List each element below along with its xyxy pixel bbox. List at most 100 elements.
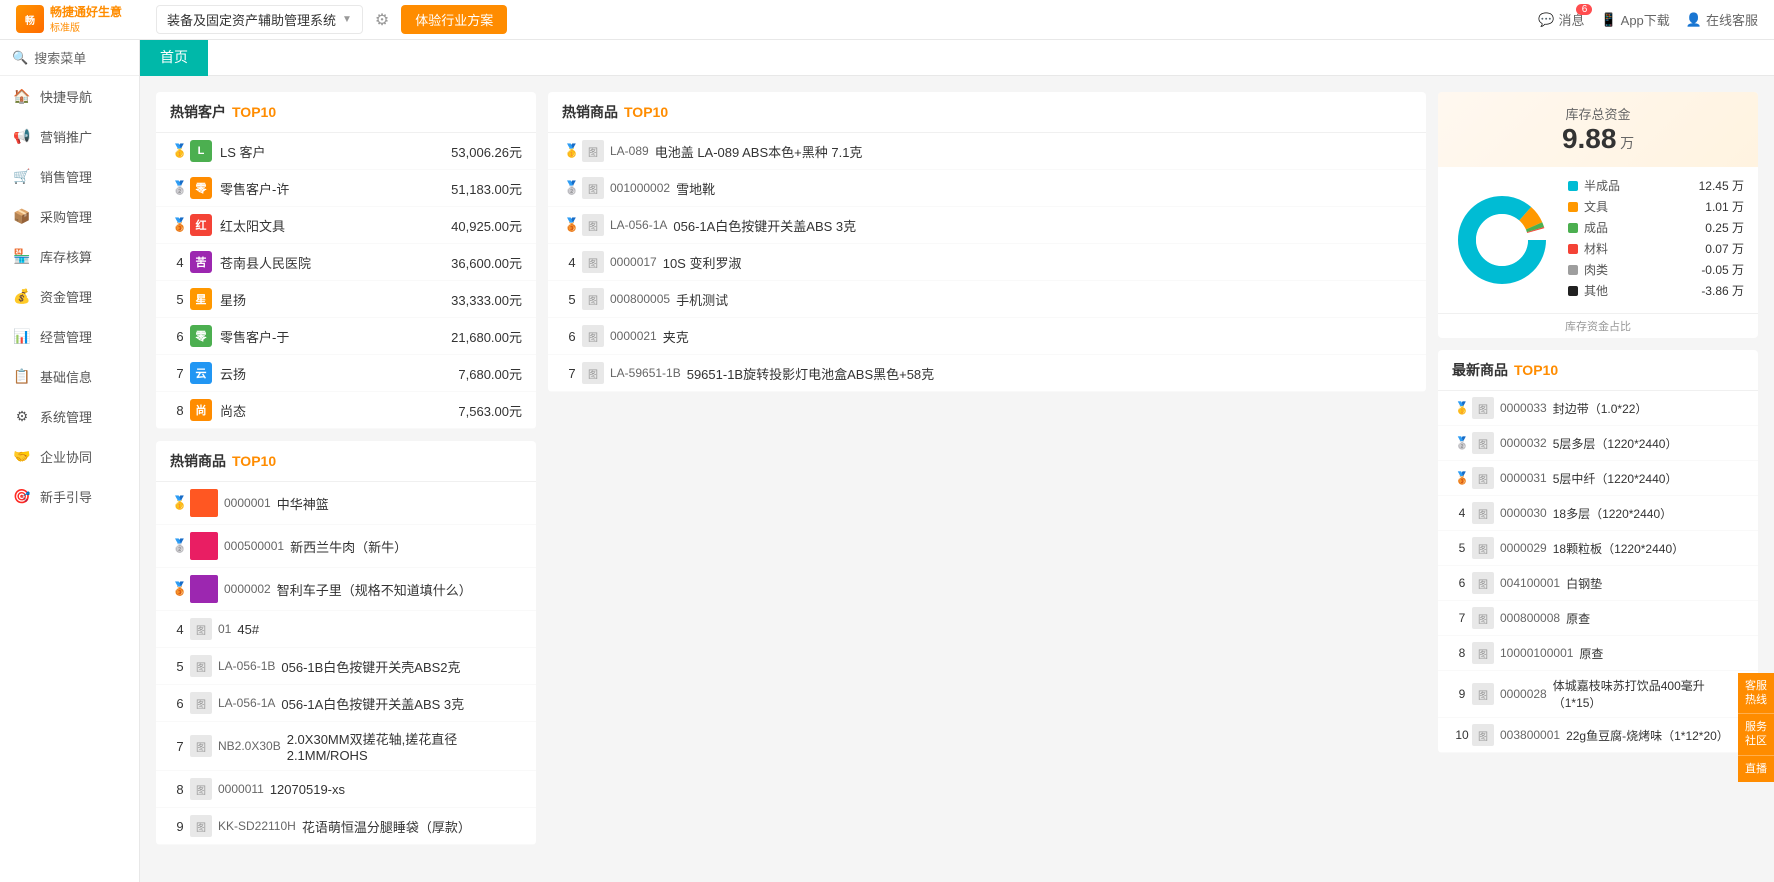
- app-download-label: App下载: [1621, 10, 1670, 29]
- product-name: 45#: [237, 622, 522, 637]
- product-code: 000500001: [224, 539, 284, 553]
- product-avatar: 图: [190, 655, 212, 677]
- product-code: 10000100001: [1500, 646, 1573, 660]
- online-service-item[interactable]: 👤 在线客服: [1686, 10, 1758, 29]
- rank-medal: 🥇: [170, 495, 190, 511]
- product-name: 12070519-xs: [270, 782, 522, 797]
- sidebar-item-collab[interactable]: 🤝 企业协同: [0, 436, 139, 476]
- rank-medal: 🥈: [170, 180, 190, 196]
- customer-row: 🥈 零 零售客户-许 51,183.00元: [156, 170, 536, 207]
- product-name: 夹克: [663, 327, 1412, 346]
- app-download-item[interactable]: 📱 App下载: [1600, 10, 1669, 29]
- sidebar-item-finance[interactable]: 💰 资金管理: [0, 276, 139, 316]
- product-name: 手机测试: [676, 290, 1412, 309]
- legend-label: 成品: [1584, 219, 1699, 236]
- sidebar-item-label: 经营管理: [40, 327, 92, 346]
- customer-amount: 51,183.00元: [451, 179, 522, 198]
- customer-name: LS 客户: [220, 142, 451, 161]
- sidebar-item-label: 采购管理: [40, 207, 92, 226]
- rank-medal: 🥉: [170, 581, 190, 597]
- chevron-down-icon: ▼: [342, 14, 352, 25]
- product-code: 0000028: [1500, 687, 1547, 701]
- system-selector[interactable]: 装备及固定资产辅助管理系统 ▼: [156, 5, 363, 34]
- rank-medal: 8: [1452, 646, 1472, 660]
- customer-amount: 7,680.00元: [458, 364, 522, 383]
- tab-home[interactable]: 首页: [140, 40, 208, 76]
- float-btn-service[interactable]: 客服热线: [1738, 673, 1774, 715]
- hot-product-row: 🥈 000500001 新西兰牛肉（新牛）: [156, 525, 536, 568]
- sidebar-item-operations[interactable]: 📊 经营管理: [0, 316, 139, 356]
- product-name: 原查: [1579, 645, 1744, 662]
- legend-dot: [1568, 265, 1578, 275]
- top10-badge: TOP10: [232, 104, 276, 120]
- product-avatar: 图: [1472, 683, 1494, 705]
- logo-icon: 畅: [16, 5, 44, 33]
- product-avatar: 图: [1472, 432, 1494, 454]
- legend-value: 0.07 万: [1705, 240, 1744, 257]
- legend-dot: [1568, 223, 1578, 233]
- customer-top10-title: 热销客户 TOP10: [170, 102, 276, 122]
- latest-product-row: 6 图 004100001 白钢垫: [1438, 566, 1758, 601]
- customer-row: 4 苦 苍南县人民医院 36,600.00元: [156, 244, 536, 281]
- product-name: 白钢垫: [1566, 575, 1744, 592]
- sidebar-item-purchase[interactable]: 📦 采购管理: [0, 196, 139, 236]
- product-avatar: 图: [190, 735, 212, 757]
- legend-dot: [1568, 202, 1578, 212]
- product-name: 封边带（1.0*22）: [1553, 400, 1744, 417]
- product-name: 体城嘉枝味苏打饮品400毫升（1*15）: [1553, 677, 1744, 711]
- product-avatar: 图: [190, 815, 212, 837]
- sidebar-item-guide[interactable]: 🎯 新手引导: [0, 476, 139, 516]
- product-avatar: 图: [582, 214, 604, 236]
- sidebar-item-quick-nav[interactable]: 🏠 快捷导航: [0, 76, 139, 116]
- hot-product-row: 8 图 0000011 12070519-xs: [156, 771, 536, 808]
- product-avatar: 图: [1472, 724, 1494, 746]
- customer-avatar: 零: [190, 325, 212, 347]
- customer-name: 零售客户-许: [220, 179, 451, 198]
- hot-product-mid-row: 🥈 图 001000002 雪地靴: [548, 170, 1426, 207]
- product-avatar: 图: [582, 177, 604, 199]
- legend-label: 材料: [1584, 240, 1699, 257]
- page-content: 热销客户 TOP10 🥇 L LS 客户 53,006.26元 🥈 零 零售客户…: [140, 76, 1774, 882]
- sidebar-search[interactable]: 🔍 搜索菜单: [0, 40, 139, 76]
- guide-icon: 🎯: [12, 486, 32, 506]
- customer-amount: 33,333.00元: [451, 290, 522, 309]
- product-avatar: 图: [582, 362, 604, 384]
- rank-medal: 5: [170, 292, 190, 307]
- sidebar-item-inventory[interactable]: 🏪 库存核算: [0, 236, 139, 276]
- sidebar-item-sales[interactable]: 🛒 销售管理: [0, 156, 139, 196]
- float-btn-live[interactable]: 直播: [1738, 756, 1774, 782]
- col-left: 热销客户 TOP10 🥇 L LS 客户 53,006.26元 🥈 零 零售客户…: [156, 92, 536, 866]
- customer-amount: 53,006.26元: [451, 142, 522, 161]
- hot-products-body: 🥇 0000001 中华神篮 🥈 000500001 新西兰牛肉（新牛） 🥉 0…: [156, 482, 536, 845]
- legend-label: 半成品: [1584, 177, 1693, 194]
- rank-medal: 6: [1452, 576, 1472, 590]
- trial-button[interactable]: 体验行业方案: [401, 5, 507, 34]
- product-name: 056-1A白色按键开关盖ABS 3克: [673, 216, 1412, 235]
- legend-label: 其他: [1584, 282, 1695, 299]
- inventory-total: 库存总资金 9.88 万: [1438, 92, 1758, 167]
- rank-medal: 4: [1452, 506, 1472, 520]
- sidebar-item-basics[interactable]: 📋 基础信息: [0, 356, 139, 396]
- sidebar-item-marketing[interactable]: 📢 营销推广: [0, 116, 139, 156]
- customer-avatar: 星: [190, 288, 212, 310]
- rank-medal: 7: [562, 366, 582, 381]
- customer-amount: 7,563.00元: [458, 401, 522, 420]
- product-name: 雪地靴: [676, 179, 1412, 198]
- hot-product-row: 7 图 NB2.0X30B 2.0X30MM双搓花轴,搓花直径2.1MM/ROH…: [156, 722, 536, 771]
- product-code: 001000002: [610, 181, 670, 195]
- latest-products-body: 🥇 图 0000033 封边带（1.0*22） 🥈 图 0000032 5层多层…: [1438, 391, 1758, 753]
- sidebar-item-system[interactable]: ⚙ 系统管理: [0, 396, 139, 436]
- message-item[interactable]: 💬 消息 6: [1538, 10, 1584, 29]
- customer-top10-card: 热销客户 TOP10 🥇 L LS 客户 53,006.26元 🥈 零 零售客户…: [156, 92, 536, 429]
- logo-text: 畅捷通好生意: [50, 5, 122, 19]
- float-btn-community[interactable]: 服务社区: [1738, 714, 1774, 756]
- product-avatar: 图: [582, 140, 604, 162]
- sidebar-item-label: 快捷导航: [40, 87, 92, 106]
- hot-product-row: 🥇 0000001 中华神篮: [156, 482, 536, 525]
- gear-icon[interactable]: ⚙: [375, 10, 389, 30]
- rank-medal: 4: [170, 622, 190, 637]
- legend-dot: [1568, 244, 1578, 254]
- product-avatar: 图: [1472, 502, 1494, 524]
- hot-products-card: 热销商品 TOP10 🥇 0000001 中华神篮 🥈 000500001 新西…: [156, 441, 536, 845]
- product-code: NB2.0X30B: [218, 739, 281, 753]
